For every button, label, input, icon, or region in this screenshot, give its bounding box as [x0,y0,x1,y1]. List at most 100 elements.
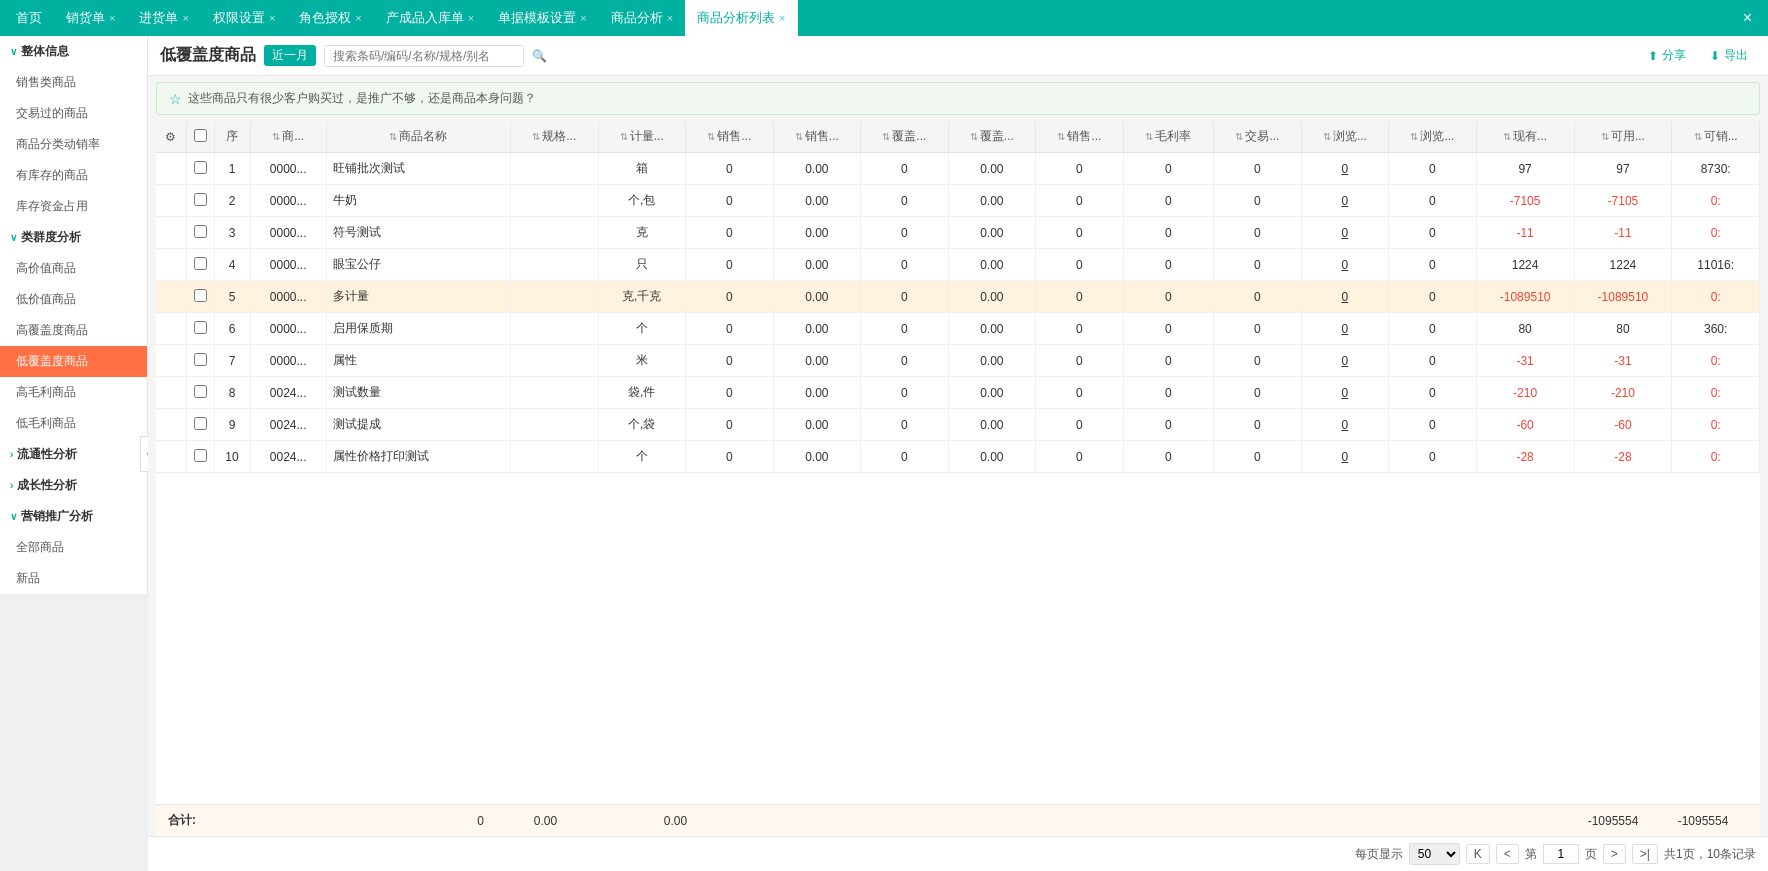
sidebar-item-sales-goods[interactable]: 销售类商品 [0,67,147,98]
next-page-button[interactable]: > [1603,844,1626,864]
row-checkbox[interactable] [194,417,207,430]
sales-amt-column-header[interactable]: 销售... [773,121,861,153]
sidebar-item-stocked-goods[interactable]: 有库存的商品 [0,160,147,191]
last-page-button[interactable]: >| [1632,844,1658,864]
gross-column-header[interactable]: 毛利率 [1123,121,1214,153]
sidebar-item-low-value[interactable]: 低价值商品 [0,284,147,315]
close-icon[interactable]: × [580,12,586,24]
sidebar-section-class-analysis[interactable]: ∨ 类群度分析 [0,222,147,253]
close-icon[interactable]: × [667,12,673,24]
nav-product-entry[interactable]: 产成品入库单 × [374,0,486,36]
trade-column-header[interactable]: 交易... [1214,121,1302,153]
nav-sales-order[interactable]: 销货单 × [54,0,127,36]
sidebar-item-high-coverage[interactable]: 高覆盖度商品 [0,315,147,346]
check-cell[interactable] [186,185,214,217]
nav-role-auth[interactable]: 角色授权 × [287,0,373,36]
nav-product-analysis-list[interactable]: 商品分析列表 × [685,0,797,36]
row-checkbox[interactable] [194,225,207,238]
nav-product-analysis[interactable]: 商品分析 × [599,0,685,36]
view1[interactable]: 0 [1301,217,1389,249]
unit-column-header[interactable]: 计量... [598,121,686,153]
sidebar-item-traded-goods[interactable]: 交易过的商品 [0,98,147,129]
view1[interactable]: 0 [1301,281,1389,313]
nav-permission[interactable]: 权限设置 × [201,0,287,36]
row-checkbox[interactable] [194,289,207,302]
per-page-select[interactable]: 50 20 100 200 [1409,843,1460,865]
view1[interactable]: 0 [1301,345,1389,377]
sidebar-section-flow-analysis[interactable]: › 流通性分析 [0,439,147,470]
view1[interactable]: 0 [1301,313,1389,345]
name-column-header[interactable]: 商品名称 [326,121,510,153]
product-code: 0024... [250,441,326,473]
view1[interactable]: 0 [1301,441,1389,473]
sidebar-item-category-turnover[interactable]: 商品分类动销率 [0,129,147,160]
row-checkbox[interactable] [194,385,207,398]
close-icon[interactable]: × [468,12,474,24]
check-cell[interactable] [186,313,214,345]
check-cell[interactable] [186,409,214,441]
product-unit: 米 [598,345,686,377]
row-checkbox[interactable] [194,161,207,174]
check-cell[interactable] [186,377,214,409]
cover1-column-header[interactable]: 覆盖... [861,121,949,153]
sales3-column-header[interactable]: 销售... [1036,121,1124,153]
close-icon[interactable]: × [109,12,115,24]
view1[interactable]: 0 [1301,377,1389,409]
check-cell[interactable] [186,249,214,281]
window-close-button[interactable]: × [1731,9,1764,27]
sidebar-section-marketing-analysis[interactable]: ∨ 营销推广分析 [0,501,147,532]
view1[interactable]: 0 [1301,185,1389,217]
settings-column-header[interactable]: ⚙ [156,121,186,153]
sidebar-item-high-margin[interactable]: 高毛利商品 [0,377,147,408]
sales-qty-column-header[interactable]: 销售... [686,121,774,153]
sidebar-section-growth-analysis[interactable]: › 成长性分析 [0,470,147,501]
search-input[interactable] [324,45,524,67]
first-page-button[interactable]: K [1466,844,1490,864]
sidebar-item-new-goods[interactable]: 新品 [0,563,147,594]
close-icon[interactable]: × [182,12,188,24]
check-cell[interactable] [186,217,214,249]
saleable-column-header[interactable]: 可销... [1672,121,1760,153]
row-checkbox[interactable] [194,449,207,462]
row-checkbox[interactable] [194,257,207,270]
export-button[interactable]: ⬇ 导出 [1702,44,1756,67]
sidebar-item-all-goods[interactable]: 全部商品 [0,532,147,563]
spec-column-header[interactable]: 规格... [511,121,599,153]
time-filter-button[interactable]: 近一月 [264,45,316,66]
check-cell[interactable] [186,281,214,313]
share-button[interactable]: ⬆ 分享 [1640,44,1694,67]
view1-column-header[interactable]: 浏览... [1301,121,1389,153]
product-code: 0000... [250,249,326,281]
sidebar-item-low-coverage[interactable]: 低覆盖度商品 [0,346,147,377]
view2-column-header[interactable]: 浏览... [1389,121,1477,153]
close-icon[interactable]: × [355,12,361,24]
sidebar-item-low-margin[interactable]: 低毛利商品 [0,408,147,439]
check-all-header[interactable] [186,121,214,153]
sidebar-item-inventory-capital[interactable]: 库存资金占用 [0,191,147,222]
current-column-header[interactable]: 现有... [1476,121,1574,153]
row-checkbox[interactable] [194,193,207,206]
row-checkbox[interactable] [194,353,207,366]
view1[interactable]: 0 [1301,409,1389,441]
view1[interactable]: 0 [1301,249,1389,281]
sidebar-section-overall[interactable]: ∨ 整体信息 [0,36,147,67]
prev-page-button[interactable]: < [1496,844,1519,864]
search-icon[interactable]: 🔍 [532,49,547,63]
view1[interactable]: 0 [1301,153,1389,185]
code-column-header[interactable]: 商... [250,121,326,153]
check-cell[interactable] [186,153,214,185]
nav-purchase-order[interactable]: 进货单 × [127,0,200,36]
nav-template-settings[interactable]: 单据模板设置 × [486,0,598,36]
available-column-header[interactable]: 可用... [1574,121,1672,153]
page-number-input[interactable] [1543,844,1579,864]
nav-home[interactable]: 首页 [4,0,54,36]
sidebar-item-high-value[interactable]: 高价值商品 [0,253,147,284]
check-cell[interactable] [186,441,214,473]
close-icon[interactable]: × [779,12,785,24]
check-all-checkbox[interactable] [194,129,207,142]
cover2-column-header[interactable]: 覆盖... [948,121,1036,153]
close-icon[interactable]: × [269,12,275,24]
row-checkbox[interactable] [194,321,207,334]
check-cell[interactable] [186,345,214,377]
table-container[interactable]: ⚙ 序 商... 商品名称 规格... 计量... 销售... 销售... 覆盖… [156,121,1760,804]
